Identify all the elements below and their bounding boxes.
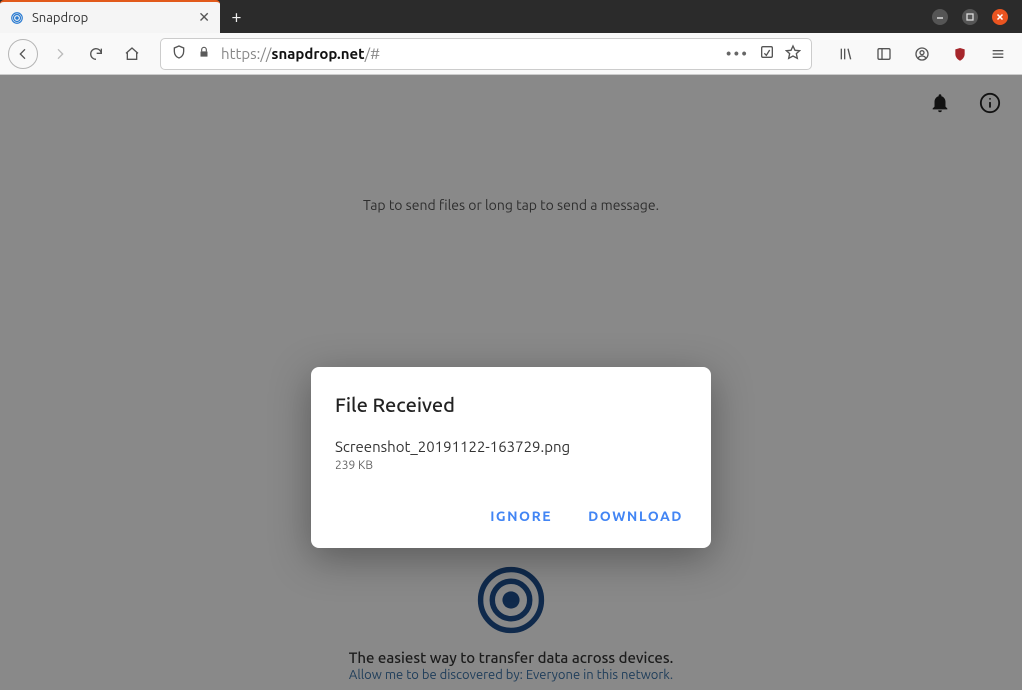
toolbar-right [834,40,1014,68]
browser-tab[interactable]: Snapdrop ✕ [0,0,220,33]
url-text: https://snapdrop.net/# [221,45,716,62]
page-content: Tap to send files or long tap to send a … [0,75,1022,690]
window-titlebar: Snapdrop ✕ + [0,0,1022,33]
reload-button[interactable] [82,40,110,68]
download-button[interactable]: DOWNLOAD [584,500,687,532]
reader-mode-icon[interactable] [759,44,775,63]
ublock-icon[interactable] [948,40,972,68]
address-bar[interactable]: https://snapdrop.net/# ••• [160,38,812,70]
file-received-dialog: File Received Screenshot_20191122-163729… [311,367,711,548]
browser-toolbar: https://snapdrop.net/# ••• [0,33,1022,75]
lock-icon[interactable] [197,45,211,62]
window-controls [932,0,1022,33]
home-button[interactable] [118,40,146,68]
sidebar-icon[interactable] [872,40,896,68]
dialog-filesize: 239 KB [335,459,687,472]
dialog-filename: Screenshot_20191122-163729.png [335,438,687,455]
page-actions-icon[interactable]: ••• [726,45,749,63]
tab-title: Snapdrop [32,11,190,25]
window-minimize-button[interactable] [932,9,948,25]
ignore-button[interactable]: IGNORE [486,500,556,532]
tab-close-icon[interactable]: ✕ [198,9,210,26]
window-maximize-button[interactable] [962,9,978,25]
tracking-shield-icon[interactable] [171,44,187,63]
bookmark-star-icon[interactable] [785,44,801,63]
window-close-button[interactable] [992,9,1008,25]
forward-button[interactable] [46,40,74,68]
snapdrop-favicon-icon [10,11,24,25]
dialog-title: File Received [335,393,687,416]
back-button[interactable] [8,39,38,69]
menu-icon[interactable] [986,40,1010,68]
dialog-actions: IGNORE DOWNLOAD [335,500,687,532]
library-icon[interactable] [834,40,858,68]
account-icon[interactable] [910,40,934,68]
new-tab-button[interactable]: + [220,0,253,33]
